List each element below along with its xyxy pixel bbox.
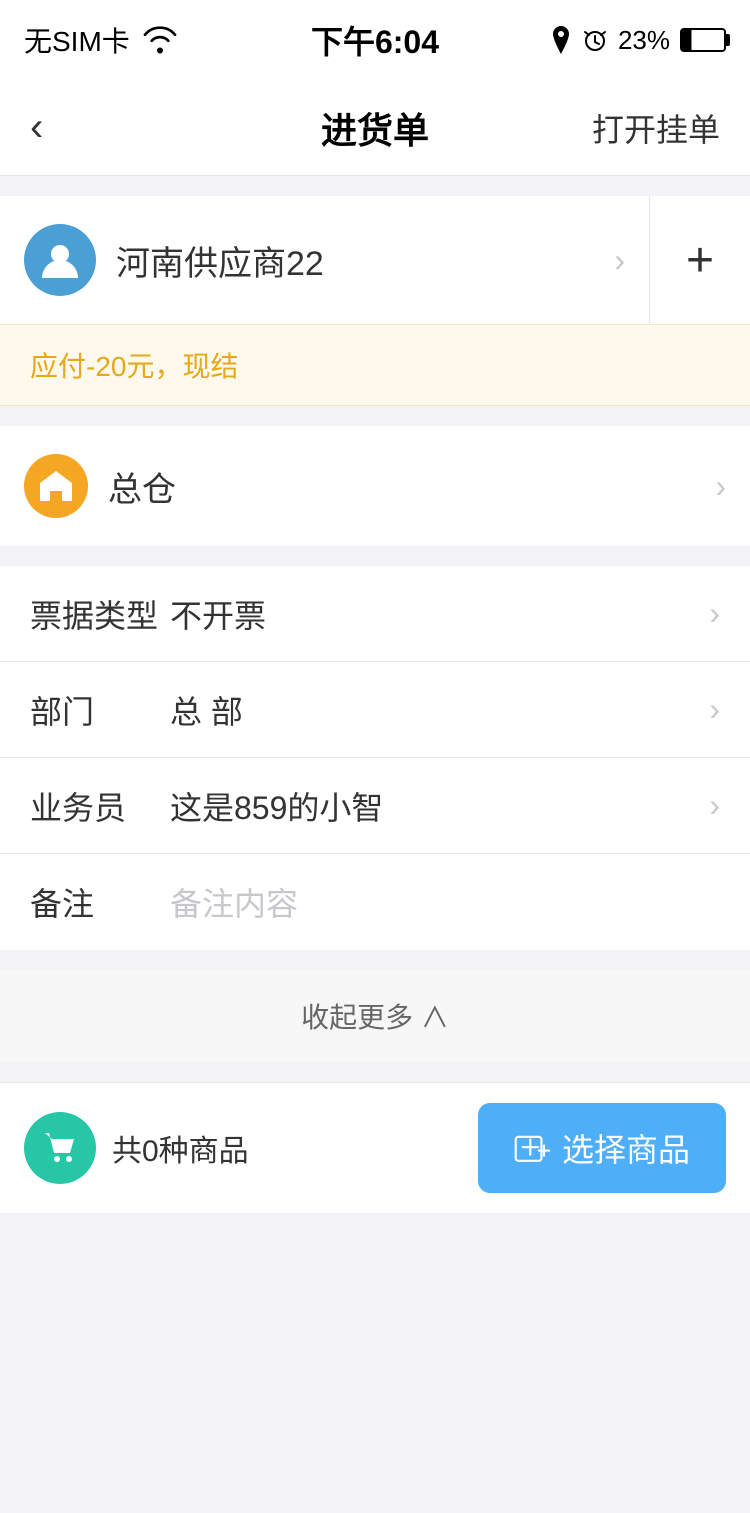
open-pending-button[interactable]: 打开挂单	[592, 105, 720, 151]
warehouse-icon	[24, 454, 88, 518]
salesperson-chevron-icon: ›	[709, 787, 720, 824]
form-section: 票据类型 不开票 › 部门 总 部 › 业务员 这是859的小智 › 备注 备注…	[0, 566, 750, 950]
remark-label: 备注	[30, 879, 170, 925]
supplier-section: 河南供应商22 › +	[0, 196, 750, 324]
product-summary: 共0种商品	[24, 1112, 249, 1184]
salesperson-label: 业务员	[30, 783, 170, 829]
content-area	[0, 1213, 750, 1513]
notice-banner: 应付-20元，现结	[0, 324, 750, 406]
collapse-label: 收起更多 ∧	[301, 996, 449, 1036]
department-chevron-icon: ›	[709, 691, 720, 728]
invoice-type-chevron-icon: ›	[709, 595, 720, 632]
cart-icon-wrap	[24, 1112, 96, 1184]
cart-icon	[39, 1127, 81, 1169]
add-supplier-button[interactable]: +	[650, 196, 750, 324]
back-button[interactable]: ‹	[30, 105, 90, 150]
location-icon	[550, 26, 572, 54]
salesperson-row[interactable]: 业务员 这是859的小智 ›	[0, 758, 750, 854]
status-bar: 无SIM卡 下午6:04 23%	[0, 0, 750, 80]
section-divider-1	[0, 176, 750, 196]
person-icon	[38, 238, 82, 282]
product-count-text: 共0种商品	[112, 1126, 249, 1170]
bottom-bar: 共0种商品 选择商品	[0, 1082, 750, 1213]
remark-row[interactable]: 备注 备注内容	[0, 854, 750, 950]
remark-input[interactable]: 备注内容	[170, 879, 720, 925]
status-right: 23%	[550, 25, 726, 56]
supplier-avatar	[24, 224, 96, 296]
select-product-button[interactable]: 选择商品	[478, 1103, 726, 1193]
department-label: 部门	[30, 687, 170, 733]
battery-percentage: 23%	[618, 25, 670, 56]
select-product-icon	[514, 1130, 550, 1166]
signal-text: 无SIM卡	[24, 20, 130, 60]
battery-icon	[680, 28, 726, 52]
collapse-toggle[interactable]: 收起更多 ∧	[0, 970, 750, 1062]
wifi-icon	[142, 26, 178, 54]
supplier-chevron-icon: ›	[614, 242, 625, 279]
page-title: 进货单	[321, 102, 429, 154]
nav-bar: ‹ 进货单 打开挂单	[0, 80, 750, 176]
house-icon	[37, 467, 75, 505]
invoice-type-label: 票据类型	[30, 591, 170, 637]
warehouse-name: 总仓	[108, 462, 703, 511]
select-product-label: 选择商品	[562, 1125, 690, 1171]
department-row[interactable]: 部门 总 部 ›	[0, 662, 750, 758]
invoice-type-value: 不开票	[170, 591, 709, 637]
invoice-type-row[interactable]: 票据类型 不开票 ›	[0, 566, 750, 662]
supplier-name: 河南供应商22	[116, 236, 602, 285]
department-value: 总 部	[170, 687, 709, 733]
salesperson-value: 这是859的小智	[170, 783, 709, 829]
supplier-selector[interactable]: 河南供应商22 ›	[0, 196, 650, 324]
status-left: 无SIM卡	[24, 20, 178, 60]
warehouse-chevron-icon: ›	[715, 468, 726, 505]
warehouse-section[interactable]: 总仓 ›	[0, 426, 750, 546]
alarm-icon	[582, 26, 608, 54]
status-time: 下午6:04	[311, 17, 439, 63]
